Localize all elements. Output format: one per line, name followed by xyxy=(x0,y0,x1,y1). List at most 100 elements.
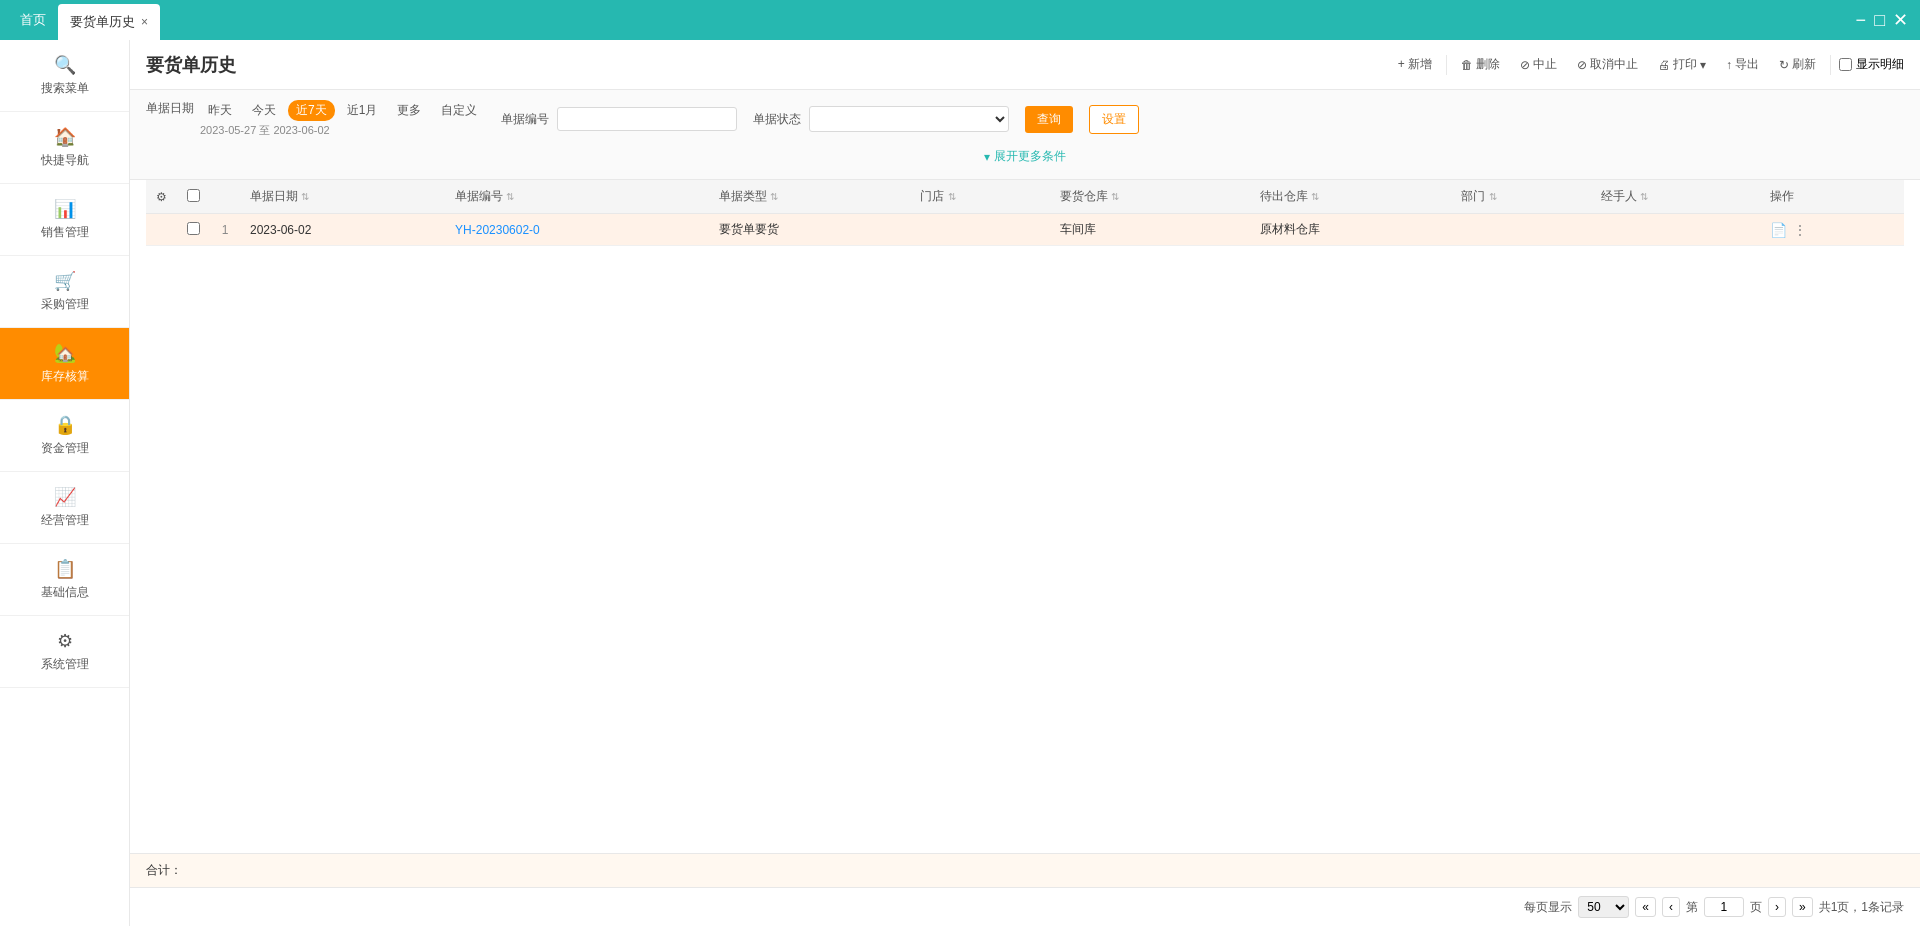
sidebar-item-sales-label: 销售管理 xyxy=(41,224,89,241)
col-doc-no[interactable]: 单据编号 ⇅ xyxy=(445,180,709,214)
col-doc-type[interactable]: 单据类型 ⇅ xyxy=(709,180,911,214)
delete-button[interactable]: 🗑 删除 xyxy=(1455,52,1506,77)
row-store-cell xyxy=(910,214,1049,246)
new-button[interactable]: + 新增 xyxy=(1392,52,1438,77)
export-button[interactable]: ↑ 导出 xyxy=(1720,52,1765,77)
row-department-cell xyxy=(1451,214,1590,246)
export-icon: ↑ xyxy=(1726,58,1732,72)
col-actions: 操作 xyxy=(1760,180,1904,214)
doc-no-link[interactable]: YH-20230602-0 xyxy=(455,223,540,237)
row-handler-cell xyxy=(1591,214,1761,246)
status-filter-group: 单据状态 xyxy=(753,106,1009,132)
suspend-label: 中止 xyxy=(1533,56,1557,73)
row-more-icon[interactable]: ⋮ xyxy=(1793,222,1807,238)
col-handler[interactable]: 经手人 ⇅ xyxy=(1591,180,1761,214)
cancel-suspend-button[interactable]: ⊘ 取消中止 xyxy=(1571,52,1644,77)
col-pending-warehouse[interactable]: 待出仓库 ⇅ xyxy=(1250,180,1452,214)
status-select[interactable] xyxy=(809,106,1009,132)
print-dropdown-icon: ▾ xyxy=(1700,58,1706,72)
date-btn-more[interactable]: 更多 xyxy=(389,100,429,121)
display-detail-checkbox[interactable] xyxy=(1839,58,1852,71)
sidebar-item-operation[interactable]: 📈 经营管理 xyxy=(0,472,129,544)
col-req-warehouse[interactable]: 要货仓库 ⇅ xyxy=(1050,180,1250,214)
operation-icon: 📈 xyxy=(54,486,76,508)
page-suffix: 页 xyxy=(1750,899,1762,916)
next-page-btn[interactable]: › xyxy=(1768,897,1786,917)
query-button[interactable]: 查询 xyxy=(1025,106,1073,133)
window-close-icon[interactable]: ✕ xyxy=(1893,9,1908,31)
sidebar-item-search-label: 搜索菜单 xyxy=(41,80,89,97)
sort-req-warehouse-icon: ⇅ xyxy=(1111,191,1119,202)
sidebar-item-shortcut[interactable]: 🏠 快捷导航 xyxy=(0,112,129,184)
display-detail-label: 显示明细 xyxy=(1856,56,1904,73)
settings-button[interactable]: 设置 xyxy=(1089,105,1139,134)
tab-active[interactable]: 要货单历史 × xyxy=(58,4,160,40)
sidebar-item-search[interactable]: 🔍 搜索菜单 xyxy=(0,40,129,112)
row-checkbox[interactable] xyxy=(187,222,200,235)
suspend-button[interactable]: ⊘ 中止 xyxy=(1514,52,1563,77)
date-btn-today[interactable]: 今天 xyxy=(244,100,284,121)
page-title: 要货单历史 xyxy=(146,53,1384,77)
sidebar-item-system[interactable]: ⚙ 系统管理 xyxy=(0,616,129,688)
col-settings[interactable]: ⚙ xyxy=(146,180,177,214)
date-range-display: 2023-05-27 至 2023-06-02 xyxy=(200,123,485,138)
sidebar-item-finance-label: 资金管理 xyxy=(41,440,89,457)
sort-pending-warehouse-icon: ⇅ xyxy=(1311,191,1319,202)
sidebar-item-basic[interactable]: 📋 基础信息 xyxy=(0,544,129,616)
table-container: ⚙ 单据日期 ⇅ 单据编号 ⇅ xyxy=(130,180,1920,853)
date-btn-custom[interactable]: 自定义 xyxy=(433,100,485,121)
print-button[interactable]: 🖨 打印 ▾ xyxy=(1652,52,1712,77)
tab-home[interactable]: 首页 xyxy=(8,0,58,40)
table-header-row: ⚙ 单据日期 ⇅ 单据编号 ⇅ xyxy=(146,180,1904,214)
window-minimize-icon[interactable]: − xyxy=(1856,10,1867,31)
status-label: 单据状态 xyxy=(753,111,801,128)
sidebar-item-purchase[interactable]: 🛒 采购管理 xyxy=(0,256,129,328)
window-maximize-icon[interactable]: □ xyxy=(1874,10,1885,31)
print-icon: 🖨 xyxy=(1658,58,1670,72)
sidebar-item-purchase-label: 采购管理 xyxy=(41,296,89,313)
date-filter-group: 单据日期 昨天 今天 近7天 近1月 更多 自定义 2023-05-27 至 2… xyxy=(146,100,485,138)
tab-active-label: 要货单历史 xyxy=(70,13,135,31)
table-footer: 合计： xyxy=(130,853,1920,887)
date-btn-yesterday[interactable]: 昨天 xyxy=(200,100,240,121)
col-department[interactable]: 部门 ⇅ xyxy=(1451,180,1590,214)
sidebar-item-inventory[interactable]: 🏡 库存核算 xyxy=(0,328,129,400)
sort-doc-no-icon: ⇅ xyxy=(506,191,514,202)
per-page-select[interactable]: 50 20 100 xyxy=(1578,896,1629,918)
basic-icon: 📋 xyxy=(54,558,76,580)
row-actions-cell: 📄 ⋮ xyxy=(1760,214,1904,246)
page-input[interactable] xyxy=(1704,897,1744,917)
finance-icon: 🔒 xyxy=(54,414,76,436)
sidebar-item-basic-label: 基础信息 xyxy=(41,584,89,601)
date-btn-7days[interactable]: 近7天 xyxy=(288,100,335,121)
filter-bar: 单据日期 昨天 今天 近7天 近1月 更多 自定义 2023-05-27 至 2… xyxy=(130,90,1920,180)
doc-no-input[interactable] xyxy=(557,107,737,131)
date-btn-1month[interactable]: 近1月 xyxy=(339,100,386,121)
row-settings-cell xyxy=(146,214,177,246)
display-detail-toggle[interactable]: 显示明细 xyxy=(1839,56,1904,73)
tab-close-icon[interactable]: × xyxy=(141,15,148,29)
sidebar-item-finance[interactable]: 🔒 资金管理 xyxy=(0,400,129,472)
divider-1 xyxy=(1446,55,1447,75)
refresh-button[interactable]: ↻ 刷新 xyxy=(1773,52,1822,77)
row-pending-warehouse-cell: 原材料仓库 xyxy=(1250,214,1452,246)
col-store[interactable]: 门店 ⇅ xyxy=(910,180,1049,214)
last-page-btn[interactable]: » xyxy=(1792,897,1813,917)
prev-page-btn[interactable]: ‹ xyxy=(1662,897,1680,917)
select-all-checkbox[interactable] xyxy=(187,189,200,202)
date-filter-controls: 昨天 今天 近7天 近1月 更多 自定义 2023-05-27 至 2023-0… xyxy=(200,100,485,138)
row-action-buttons: 📄 ⋮ xyxy=(1770,222,1894,238)
page-label: 第 xyxy=(1686,899,1698,916)
data-table: ⚙ 单据日期 ⇅ 单据编号 ⇅ xyxy=(146,180,1904,246)
first-page-btn[interactable]: « xyxy=(1635,897,1656,917)
expand-more-btn[interactable]: ▾ 展开更多条件 xyxy=(146,144,1904,169)
sales-icon: 📊 xyxy=(54,198,76,220)
sidebar-item-inventory-label: 库存核算 xyxy=(41,368,89,385)
col-doc-date[interactable]: 单据日期 ⇅ xyxy=(240,180,445,214)
row-index-cell: 1 xyxy=(210,214,240,246)
sidebar-item-sales[interactable]: 📊 销售管理 xyxy=(0,184,129,256)
tab-home-label: 首页 xyxy=(20,11,46,29)
purchase-icon: 🛒 xyxy=(54,270,76,292)
system-icon: ⚙ xyxy=(57,630,73,652)
row-view-icon[interactable]: 📄 xyxy=(1770,222,1787,238)
